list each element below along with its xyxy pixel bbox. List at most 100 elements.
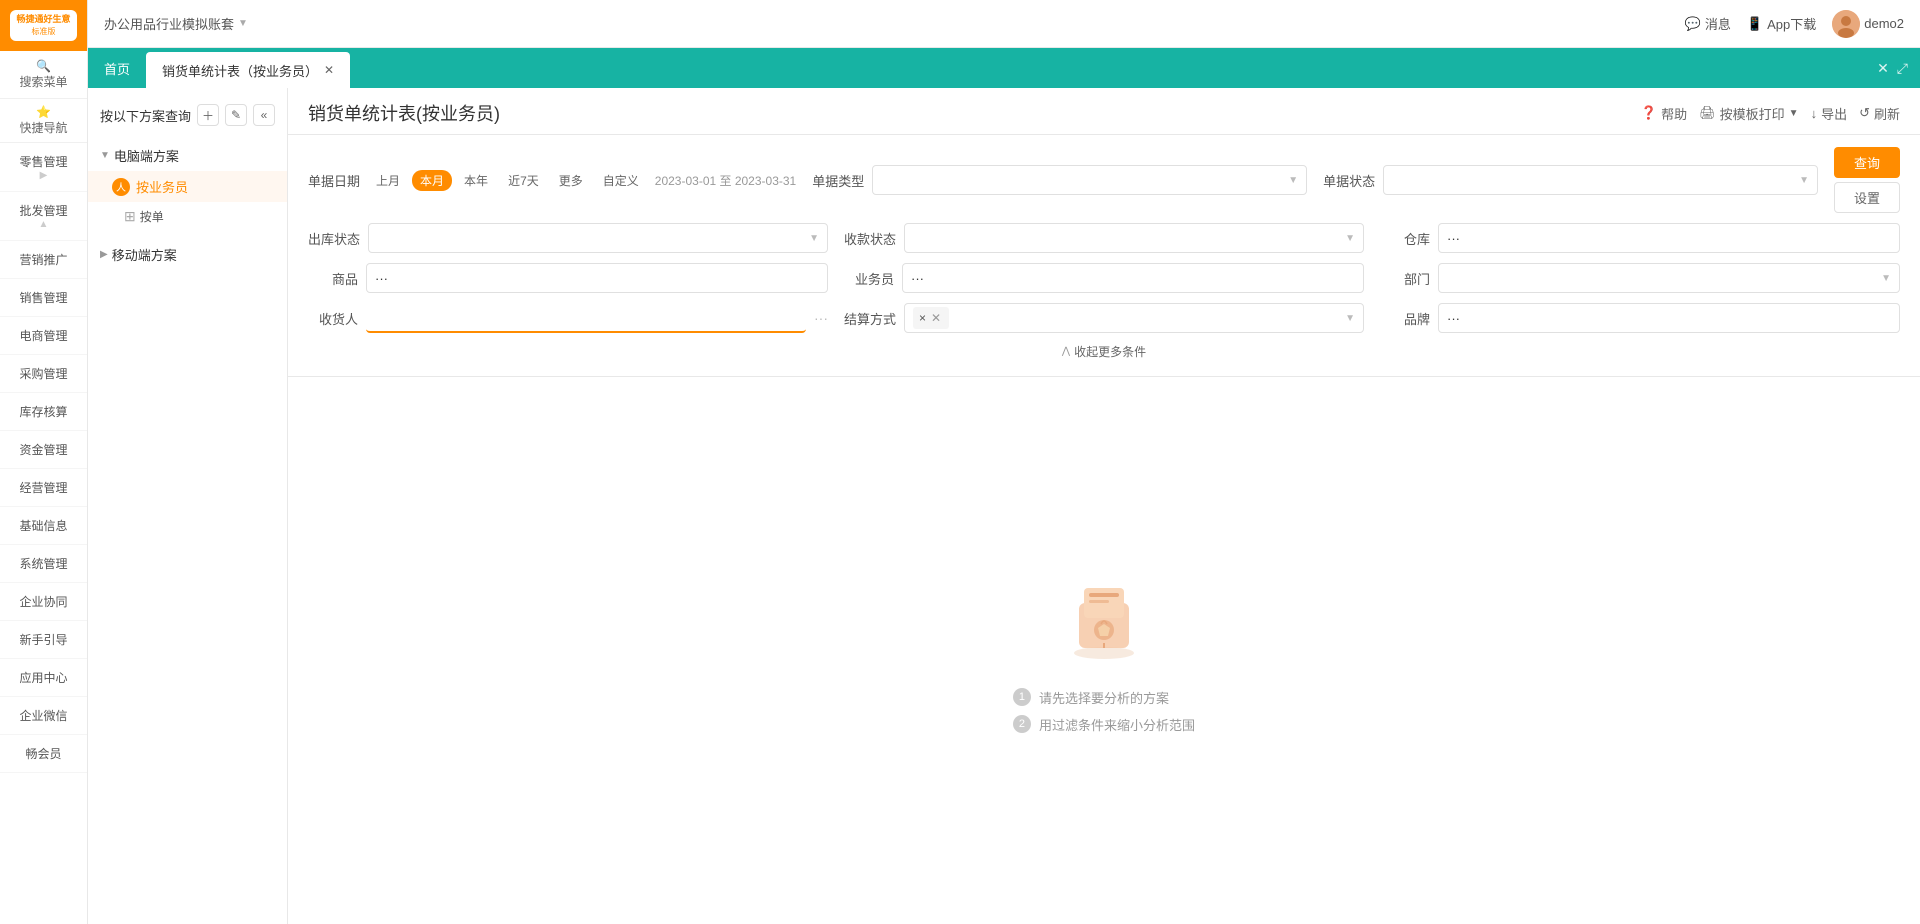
product-select[interactable]: ··· xyxy=(366,263,828,293)
sidebar-item-ecommerce[interactable]: 电商管理 xyxy=(0,317,87,355)
salesperson-value: ··· xyxy=(911,271,924,286)
date-tab-thismonth[interactable]: 本月 xyxy=(412,170,452,191)
tab-sales-stat[interactable]: 销货单统计表（按业务员） ✕ xyxy=(146,52,350,88)
receiver-dots[interactable]: ··· xyxy=(814,310,828,326)
sidebar-logo[interactable]: 畅捷通好生意 标准版 xyxy=(0,0,87,51)
export-icon: ↓ xyxy=(1811,106,1818,121)
query-button[interactable]: 查询 xyxy=(1834,147,1900,178)
sidebar-purchase-label: 采购管理 xyxy=(0,365,87,382)
help-icon: ❓ xyxy=(1641,105,1657,121)
collapse-panel-btn[interactable]: « xyxy=(253,104,275,126)
content-area: 按以下方案查询 ＋ ✎ « ▼ 电脑端方案 人 按业务员 ⊞ 按 xyxy=(88,88,1920,924)
desktop-plan-toggle[interactable]: ▼ 电脑端方案 xyxy=(88,140,287,171)
sidebar-nav-label: 快捷导航 xyxy=(0,119,87,136)
user-menu[interactable]: demo2 xyxy=(1832,10,1904,38)
tabbar-actions: ✕ ⤢ xyxy=(1877,60,1920,77)
sidebar-item-enterprise[interactable]: 企业协同 xyxy=(0,583,87,621)
collapse-filters-btn[interactable]: ⋀ 收起更多条件 xyxy=(1050,339,1158,364)
date-tab-lastmonth[interactable]: 上月 xyxy=(368,170,408,191)
sidebar-item-marketing[interactable]: 营销推广 xyxy=(0,241,87,279)
template-print-btn[interactable]: 🖨 按模板打印 ▼ xyxy=(1699,104,1798,123)
page-header: 销货单统计表(按业务员) ❓ 帮助 🖨 按模板打印 ▼ ↓ 导出 xyxy=(288,88,1920,135)
filter-area: 单据日期 上月 本月 本年 近7天 更多 自定义 2023-03-01 至 20… xyxy=(288,135,1920,377)
sidebar-sales-label: 销售管理 xyxy=(0,289,87,306)
receiver-input[interactable] xyxy=(366,303,806,333)
refresh-label: 刷新 xyxy=(1874,104,1900,123)
sidebar-vip-label: 畅会员 xyxy=(0,745,87,762)
tab-home[interactable]: 首页 xyxy=(88,48,146,88)
app-download-btn[interactable]: 📱 App下载 xyxy=(1747,14,1816,33)
plan-item-salesperson[interactable]: 人 按业务员 xyxy=(88,171,287,202)
account-selector[interactable]: 办公用品行业模拟账套 ▼ xyxy=(104,14,248,33)
tab-home-label: 首页 xyxy=(104,59,130,78)
message-btn[interactable]: 💬 消息 xyxy=(1685,14,1731,33)
brand-select[interactable]: ··· xyxy=(1438,303,1900,333)
settlement-select[interactable]: × ✕ ▼ xyxy=(904,303,1364,333)
doc-type-select[interactable]: ▼ xyxy=(872,165,1307,195)
sidebar-item-wholesale[interactable]: 批发管理 ▲ xyxy=(0,192,87,241)
sidebar-item-business[interactable]: 经营管理 xyxy=(0,469,87,507)
plan-sub-item-order[interactable]: ⊞ 按单 xyxy=(88,202,287,231)
account-name: 办公用品行业模拟账套 xyxy=(104,14,234,33)
sidebar-item-retail[interactable]: 零售管理 ▶ xyxy=(0,143,87,192)
sidebar-item-quick-nav[interactable]: ⭐ 快捷导航 xyxy=(0,99,87,143)
chevron-up-icon: ▲ xyxy=(0,219,87,230)
sidebar-item-vip[interactable]: 畅会员 xyxy=(0,735,87,773)
receiver-label: 收货人 xyxy=(308,309,358,328)
plan-order-icon: ⊞ xyxy=(124,208,136,225)
sidebar-newbie-label: 新手引导 xyxy=(0,631,87,648)
sidebar-item-search[interactable]: 🔍 搜索菜单 xyxy=(0,51,87,99)
help-btn[interactable]: ❓ 帮助 xyxy=(1641,104,1687,123)
topbar-left: 办公用品行业模拟账套 ▼ xyxy=(104,14,248,33)
doc-type-label: 单据类型 xyxy=(812,171,864,190)
add-plan-btn[interactable]: ＋ xyxy=(197,104,219,126)
settlement-tag-close[interactable]: ✕ xyxy=(929,309,943,327)
warehouse-select[interactable]: ··· xyxy=(1438,223,1900,253)
collapse-icon: ⋀ xyxy=(1062,346,1070,357)
date-label: 单据日期 xyxy=(308,171,360,190)
salesperson-select[interactable]: ··· xyxy=(902,263,1364,293)
department-select[interactable]: ▼ xyxy=(1438,263,1900,293)
tab-expand[interactable]: ⤢ xyxy=(1897,60,1908,77)
date-tab-7days[interactable]: 近7天 xyxy=(500,170,547,191)
sidebar-item-newbie[interactable]: 新手引导 xyxy=(0,621,87,659)
phone-icon: 📱 xyxy=(1747,16,1763,32)
payment-status-select[interactable]: ▼ xyxy=(904,223,1364,253)
edit-plan-btn[interactable]: ✎ xyxy=(225,104,247,126)
print-icon: 🖨 xyxy=(1699,105,1716,121)
sidebar-item-wechat[interactable]: 企业微信 xyxy=(0,697,87,735)
panel-actions: ＋ ✎ « xyxy=(197,104,275,126)
refresh-btn[interactable]: ↺ 刷新 xyxy=(1859,104,1900,123)
stock-status-select[interactable]: ▼ xyxy=(368,223,828,253)
doc-status-select[interactable]: ▼ xyxy=(1383,165,1818,195)
settlement-tag: × ✕ xyxy=(913,307,949,329)
tab-close-window[interactable]: ✕ xyxy=(1877,60,1889,77)
refresh-icon: ↺ xyxy=(1859,105,1870,121)
sidebar-item-basic[interactable]: 基础信息 xyxy=(0,507,87,545)
sidebar-item-sales[interactable]: 销售管理 xyxy=(0,279,87,317)
sidebar-basic-label: 基础信息 xyxy=(0,517,87,534)
date-tab-thisyear[interactable]: 本年 xyxy=(456,170,496,191)
star-icon: ⭐ xyxy=(0,105,87,119)
date-tab-custom[interactable]: 自定义 xyxy=(595,170,647,191)
doc-status-label: 单据状态 xyxy=(1323,171,1375,190)
warehouse-value: ··· xyxy=(1447,231,1460,246)
sidebar-wholesale-label: 批发管理 xyxy=(0,202,87,219)
print-dropdown-icon: ▼ xyxy=(1789,108,1799,119)
export-btn[interactable]: ↓ 导出 xyxy=(1811,104,1848,123)
sidebar-item-apps[interactable]: 应用中心 xyxy=(0,659,87,697)
department-arrow: ▼ xyxy=(1881,273,1891,284)
date-tab-more[interactable]: 更多 xyxy=(551,170,591,191)
sidebar-item-purchase[interactable]: 采购管理 xyxy=(0,355,87,393)
hint-text-2: 用过滤条件来缩小分析范围 xyxy=(1039,715,1195,734)
main-area: 办公用品行业模拟账套 ▼ 💬 消息 📱 App下载 demo2 首页 xyxy=(88,0,1920,924)
mobile-plan-toggle[interactable]: ▶ 移动端方案 xyxy=(88,239,287,270)
tab-close-icon[interactable]: ✕ xyxy=(324,63,334,77)
settings-button[interactable]: 设置 xyxy=(1834,182,1900,213)
sidebar-item-inventory[interactable]: 库存核算 xyxy=(0,393,87,431)
sidebar-inventory-label: 库存核算 xyxy=(0,403,87,420)
sidebar-item-system[interactable]: 系统管理 xyxy=(0,545,87,583)
sidebar-system-label: 系统管理 xyxy=(0,555,87,572)
sidebar-item-finance[interactable]: 资金管理 xyxy=(0,431,87,469)
topbar-right: 💬 消息 📱 App下载 demo2 xyxy=(1685,10,1904,38)
